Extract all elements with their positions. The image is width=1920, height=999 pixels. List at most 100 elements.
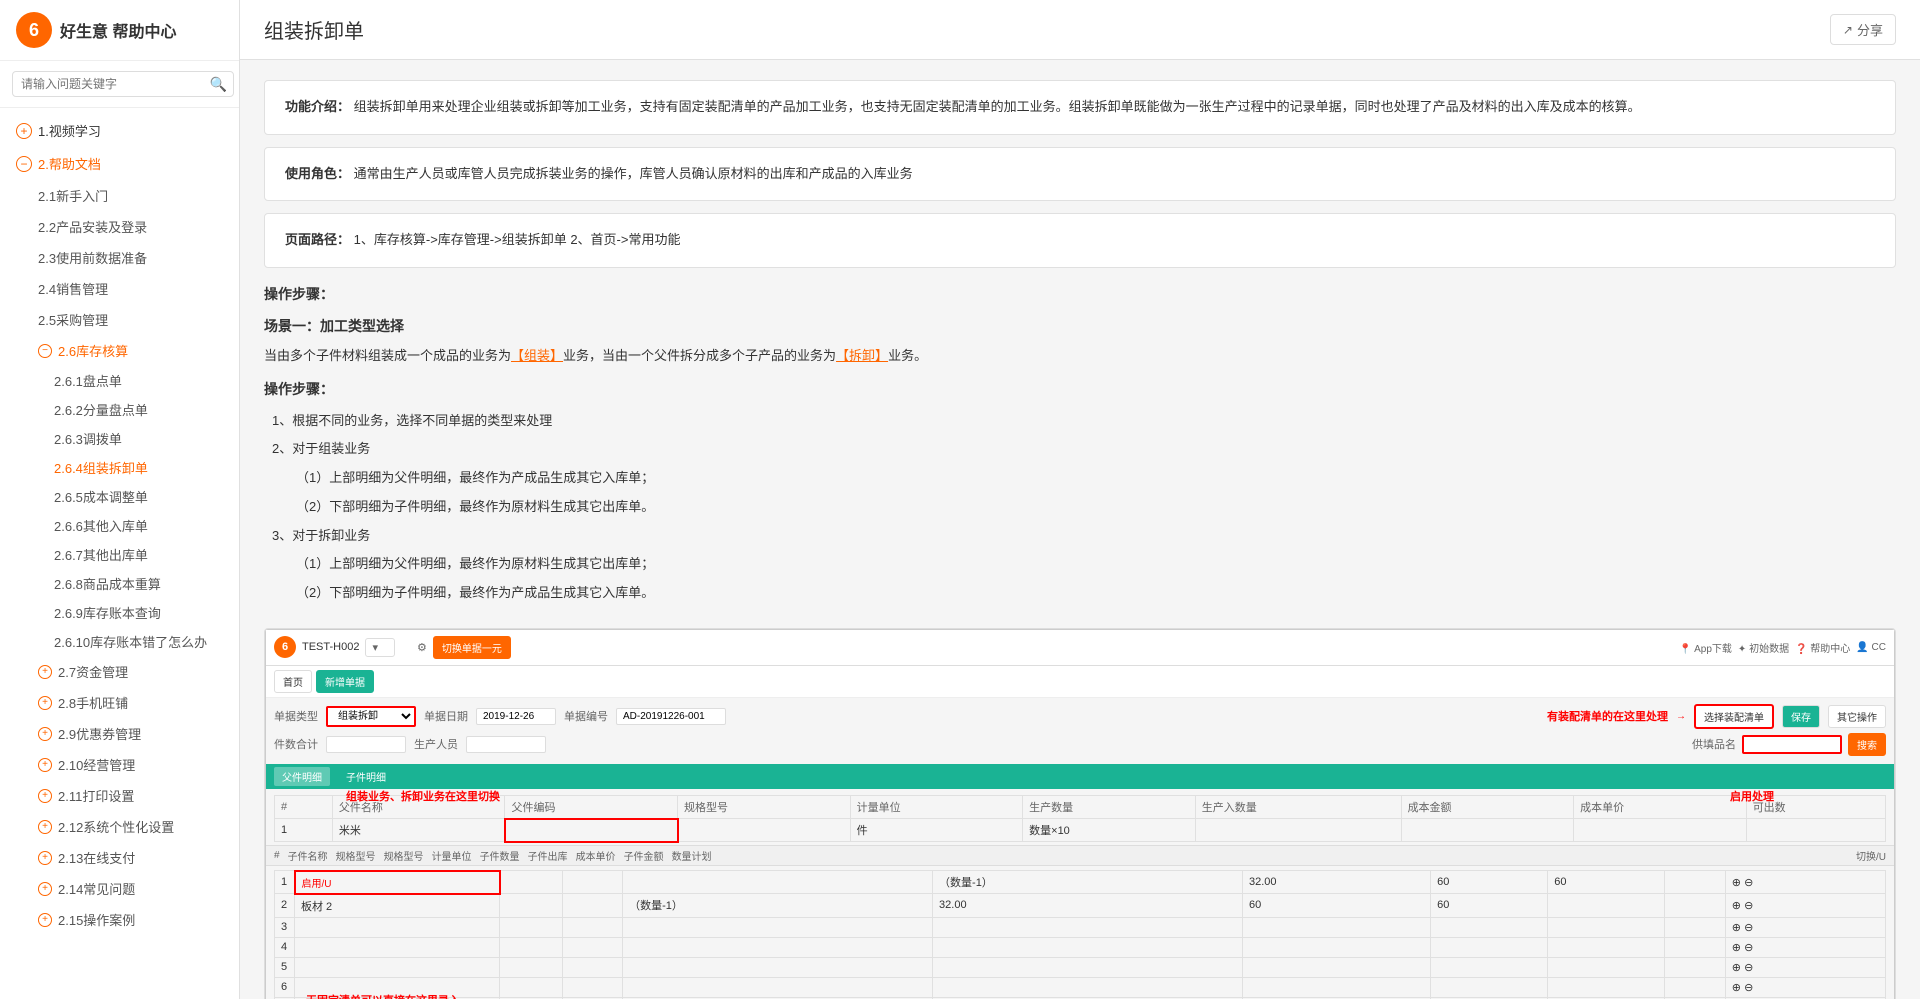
highlight-2[interactable]: 【拆卸】 [836, 348, 888, 363]
col-cost-amt: 成本金额 [1401, 795, 1574, 819]
sidebar-item-2-11[interactable]: + 2.11打印设置 [0, 780, 239, 811]
bom-input[interactable] [1742, 735, 1842, 754]
sidebar: 6 好生意 帮助中心 🔍 + 1.视频学习 − 2.帮助文档 2.1新手入门 2… [0, 0, 240, 999]
plus-icon-1: + [16, 123, 32, 139]
sidebar-item-2-14[interactable]: + 2.14常见问题 [0, 873, 239, 904]
sidebar-item-2-6-3[interactable]: 2.6.3调拨单 [0, 424, 239, 453]
sidebar-item-2-10[interactable]: + 2.10经营管理 [0, 749, 239, 780]
number-input[interactable] [616, 708, 726, 725]
sidebar-item-2-12[interactable]: + 2.12系统个性化设置 [0, 811, 239, 842]
minus-icon-2-6: − [38, 344, 52, 358]
app-screenshot: 6 TEST-H002 ▾ ⚙ 切换单据一元 📍 App下载 ✦ 初始数据 ❓ … [265, 629, 1895, 999]
date-input[interactable] [476, 708, 556, 725]
share-button[interactable]: ↗ 分享 [1830, 14, 1896, 45]
app-btn-confirm[interactable]: 保存 [1782, 705, 1820, 728]
count-label: 件数合计 [274, 736, 318, 752]
logo-text: 好生意 帮助中心 [60, 18, 176, 42]
sidebar-item-2-4[interactable]: 2.4销售管理 [0, 273, 239, 304]
number-label: 单据编号 [564, 708, 608, 724]
app-btn-switch[interactable]: 切换单据一元 [433, 636, 511, 659]
plus-icon-2-11: + [38, 789, 52, 803]
app-nav-home[interactable]: 首页 [274, 670, 312, 693]
sub-row-5: 5⊕ ⊖ [275, 957, 1886, 977]
nav-section: + 1.视频学习 − 2.帮助文档 2.1新手入门 2.2产品安装及登录 2.3… [0, 108, 239, 941]
ops-steps-subtitle: 操作步骤： [264, 379, 1896, 399]
app-section-header: 父件明细 子件明细 [266, 764, 1894, 789]
plus-icon-2-15: + [38, 913, 52, 927]
share-label: 分享 [1857, 20, 1883, 39]
sidebar-item-2-6-10[interactable]: 2.6.10库存账本错了怎么办 [0, 627, 239, 656]
app-form-row-1: 单据类型 组装拆卸 单据日期 单据编号 有装配清单的在这里处理 → 选择装配清单 [274, 704, 1886, 729]
search-input[interactable] [12, 71, 234, 97]
tabs-container: 父件明细 子件明细 组装业务、拆卸业务在这里切换 启用处理 [266, 764, 1894, 789]
path-block: 页面路径： 1、库存核算->库存管理->组装拆卸单 2、首页->常用功能 [264, 213, 1896, 268]
sidebar-item-2-3[interactable]: 2.3使用前数据准备 [0, 242, 239, 273]
sidebar-item-2-6-2[interactable]: 2.6.2分量盘点单 [0, 395, 239, 424]
sidebar-item-2-9[interactable]: + 2.9优惠券管理 [0, 718, 239, 749]
sub-row-2: 2 板材 2 （数量-1） 32.00 60 60 ⊕ ⊖ [275, 894, 1886, 918]
sidebar-item-2-6-6[interactable]: 2.6.6其他入库单 [0, 511, 239, 540]
sidebar-item-2-6-5[interactable]: 2.6.5成本调整单 [0, 482, 239, 511]
app-btn-search-bom[interactable]: 搜索 [1848, 733, 1886, 756]
bom-label: 供填品名 [1692, 736, 1736, 752]
app-topbar-left: 6 TEST-H002 ▾ ⚙ 切换单据一元 [274, 636, 1671, 659]
sub-table-area: 1 启用/U （数量-1） 32.00 60 60 ⊕ ⊖ [266, 870, 1894, 999]
path-content: 1、库存核算->库存管理->组装拆卸单 2、首页->常用功能 [354, 232, 681, 247]
sidebar-item-2-7[interactable]: + 2.7资金管理 [0, 656, 239, 687]
sidebar-item-1[interactable]: + 1.视频学习 [0, 114, 239, 147]
sub-row-6: 6⊕ ⊖ [275, 977, 1886, 997]
sidebar-item-2-6-9[interactable]: 2.6.9库存账本查询 [0, 598, 239, 627]
app-company: TEST-H002 [302, 641, 359, 653]
main-header: 组装拆卸单 ↗ 分享 [240, 0, 1920, 60]
scene1-desc: 当由多个子件材料组装成一个成品的业务为【组装】业务，当由一个父件拆分成多个子产品… [264, 344, 1896, 369]
app-btn-other[interactable]: 其它操作 [1828, 705, 1886, 728]
persons-label: 生产人员 [414, 736, 458, 752]
tab-child[interactable]: 子件明细 [338, 767, 394, 786]
step-2-sub-1: （1）上部明细为父件明细，最终作为产成品生成其它入库单； [296, 466, 1896, 491]
sidebar-item-2-6-1[interactable]: 2.6.1盘点单 [0, 366, 239, 395]
sidebar-item-2-8[interactable]: + 2.8手机旺铺 [0, 687, 239, 718]
sidebar-item-2-6[interactable]: − 2.6库存核算 [0, 335, 239, 366]
sidebar-item-2-1[interactable]: 2.1新手入门 [0, 180, 239, 211]
step-2: 2、对于组装业务 [272, 437, 1896, 462]
step-1: 1、根据不同的业务，选择不同单据的类型来处理 [272, 409, 1896, 434]
sidebar-item-2-2[interactable]: 2.2产品安装及登录 [0, 211, 239, 242]
app-btn-select-bom[interactable]: 选择装配清单 [1694, 704, 1774, 729]
annotation-area-1: 有装配清单的在这里处理 → 选择装配清单 保存 其它操作 [734, 704, 1886, 729]
step-3-sub-2: （2）下部明细为子件明细，最终作为产成品生成其它入库单。 [296, 581, 1896, 606]
function-intro-content: 组装拆卸单用来处理企业组装或拆卸等加工业务，支持有固定装配清单的产品加工业务，也… [354, 99, 1641, 114]
app-form-row-2: 件数合计 生产人员 供填品名 搜索 [274, 733, 1886, 756]
sidebar-item-2[interactable]: − 2.帮助文档 [0, 147, 239, 180]
sidebar-item-2-6-7[interactable]: 2.6.7其他出库单 [0, 540, 239, 569]
app-form-area: 单据类型 组装拆卸 单据日期 单据编号 有装配清单的在这里处理 → 选择装配清单 [266, 698, 1894, 764]
highlight-1[interactable]: 【组装】 [511, 348, 563, 363]
sidebar-item-2-6-8[interactable]: 2.6.8商品成本重算 [0, 569, 239, 598]
col-produce-in: 生产入数量 [1195, 795, 1401, 819]
col-produce-qty: 生产数量 [1023, 795, 1196, 819]
annotation-1-arrow: → [1676, 711, 1686, 722]
date-label: 单据日期 [424, 708, 468, 724]
sub-row-1: 1 启用/U （数量-1） 32.00 60 60 ⊕ ⊖ [275, 871, 1886, 894]
sidebar-item-2-5[interactable]: 2.5采购管理 [0, 304, 239, 335]
col-parent-code: 父件编码 [505, 795, 678, 819]
tab-parent[interactable]: 父件明细 [274, 767, 330, 786]
page-title: 组装拆卸单 [264, 15, 364, 44]
sidebar-header: 6 好生意 帮助中心 [0, 0, 239, 61]
persons-input[interactable] [466, 736, 546, 753]
app-nav-new[interactable]: 新增单据 [316, 670, 374, 693]
count-input[interactable] [326, 736, 406, 753]
app-logo-small: 6 [274, 636, 296, 658]
plus-icon-2-9: + [38, 727, 52, 741]
parent-row-1: 1 米米 件 数量×10 [275, 819, 1886, 842]
sidebar-item-2-13[interactable]: + 2.13在线支付 [0, 842, 239, 873]
search-icon[interactable]: 🔍 [210, 76, 227, 93]
type-input[interactable]: 组装拆卸 [326, 706, 416, 727]
role-text: 使用角色： 通常由生产人员或库管人员完成拆装业务的操作，库管人员确认原材料的出库… [285, 166, 913, 181]
sub-table: 1 启用/U （数量-1） 32.00 60 60 ⊕ ⊖ [274, 870, 1886, 999]
app-dropdown[interactable]: ▾ [365, 638, 395, 657]
main-panel: 组装拆卸单 ↗ 分享 功能介绍： 组装拆卸单用来处理企业组装或拆卸等加工业务，支… [240, 0, 1920, 999]
annotation-4-text: 无固定清单可以直接在这里录入 [306, 992, 460, 999]
sidebar-item-2-15[interactable]: + 2.15操作案例 [0, 904, 239, 935]
scene1-title: 场景一：加工类型选择 [264, 316, 1896, 336]
sidebar-item-2-6-4[interactable]: 2.6.4组装拆卸单 [0, 453, 239, 482]
